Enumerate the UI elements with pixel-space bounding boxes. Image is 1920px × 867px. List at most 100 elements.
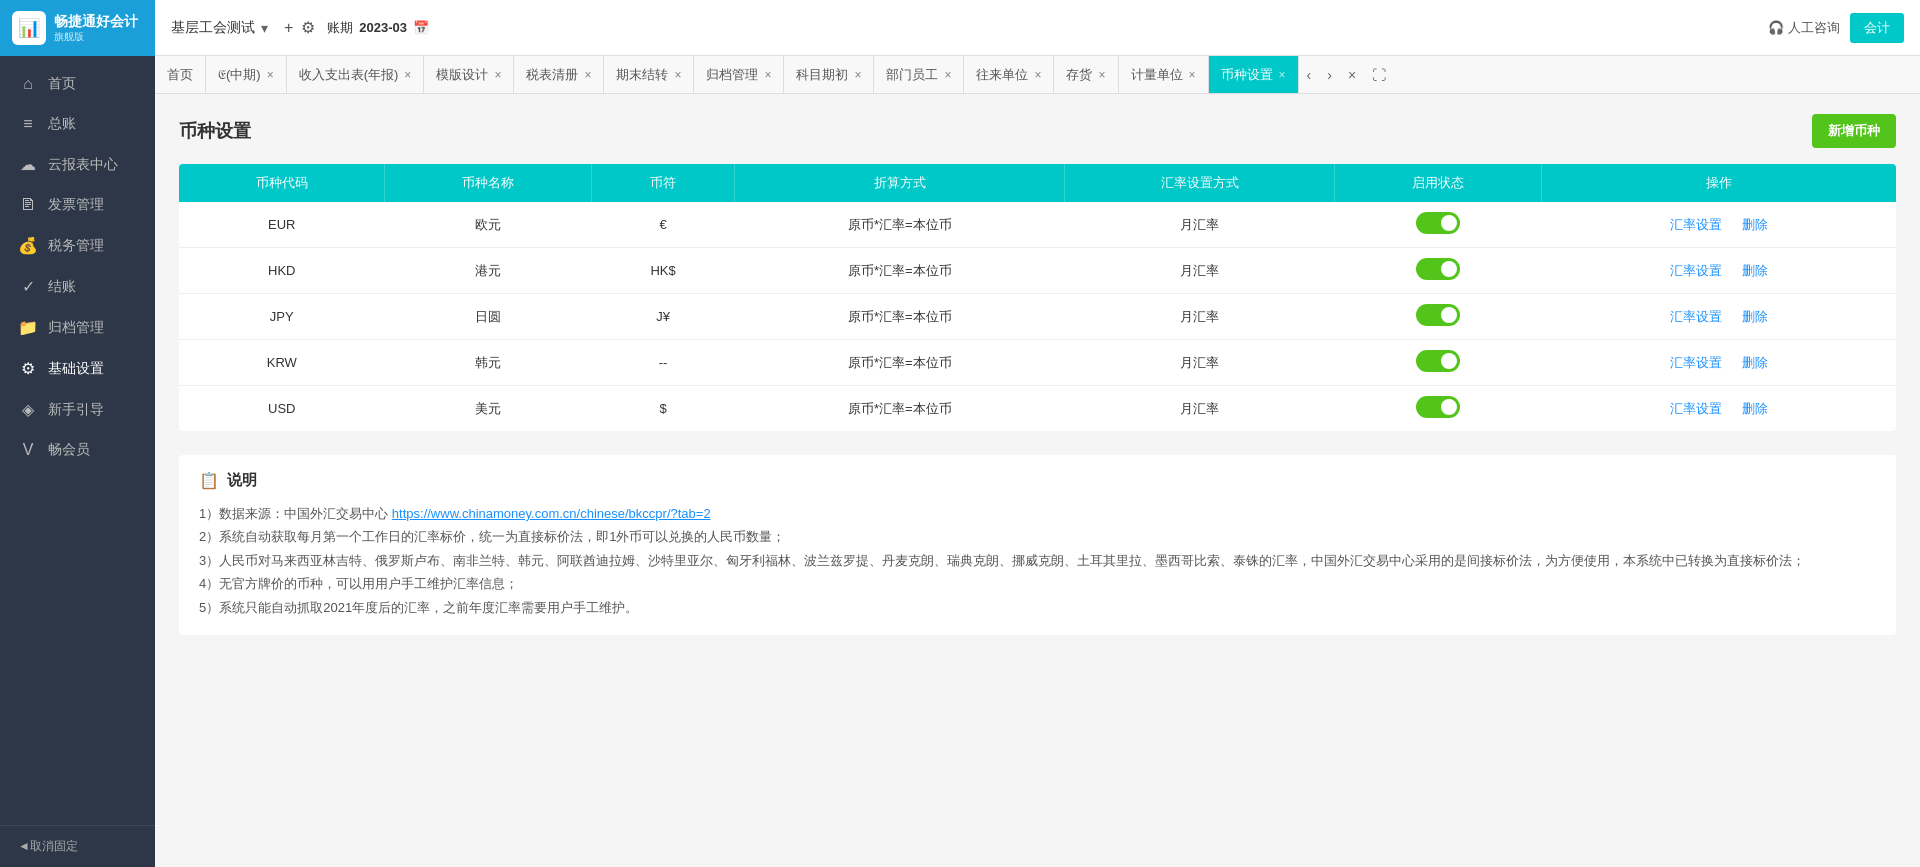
tab-unit[interactable]: 计量单位 × (1119, 56, 1209, 93)
tabs-prev-btn[interactable]: ‹ (1299, 56, 1320, 93)
tab-close-icon[interactable]: × (1098, 68, 1105, 82)
new-currency-button[interactable]: 新增币种 (1812, 114, 1896, 148)
sidebar-item-label: 结账 (48, 278, 76, 296)
delete-link[interactable]: 删除 (1742, 355, 1768, 370)
page-title: 币种设置 (179, 119, 251, 143)
tab-close-icon[interactable]: × (1189, 68, 1196, 82)
tab-close-icon[interactable]: × (674, 68, 681, 82)
headset-icon: 🎧 (1768, 20, 1784, 35)
tab-label: 往来单位 (976, 66, 1028, 84)
tab-close-icon[interactable]: × (764, 68, 771, 82)
rate-setting-link[interactable]: 汇率设置 (1670, 355, 1722, 370)
tab-template[interactable]: 模版设计 × (424, 56, 514, 93)
rate-setting-link[interactable]: 汇率设置 (1670, 217, 1722, 232)
tab-close-icon[interactable]: × (1034, 68, 1041, 82)
sidebar-item-ledger[interactable]: ≡ 总账 (0, 104, 155, 144)
cell-symbol: $ (591, 386, 735, 432)
settings-icon: ⚙ (18, 359, 38, 378)
calendar-icon: 📅 (413, 20, 429, 35)
status-toggle[interactable] (1416, 304, 1460, 326)
delete-link[interactable]: 删除 (1742, 217, 1768, 232)
cell-calc: 原币*汇率=本位币 (735, 202, 1065, 248)
sidebar-item-label: 发票管理 (48, 196, 104, 214)
cell-action: 汇率设置 删除 (1542, 202, 1896, 248)
cell-status (1335, 248, 1542, 294)
sidebar-pin-toggle[interactable]: ◄取消固定 (0, 825, 155, 867)
table-row: JPY 日圆 J¥ 原币*汇率=本位币 月汇率 汇率设置 删除 (179, 294, 1896, 340)
consulting-button[interactable]: 🎧 人工咨询 (1768, 19, 1840, 37)
cell-status (1335, 386, 1542, 432)
delete-link[interactable]: 删除 (1742, 263, 1768, 278)
tab-stock[interactable]: 存货 × (1054, 56, 1118, 93)
company-selector[interactable]: 基层工会测试 ▾ (171, 19, 268, 37)
tab-archive[interactable]: 归档管理 × (694, 56, 784, 93)
add-icon[interactable]: + (284, 19, 293, 37)
main-area: 基层工会测试 ▾ + ⚙ 账期 2023-03 📅 🎧 人工咨询 会计 首页 𝔈… (155, 0, 1920, 867)
tabs-next-btn[interactable]: › (1319, 56, 1340, 93)
status-toggle[interactable] (1416, 212, 1460, 234)
notes-item: 2）系统自动获取每月第一个工作日的汇率标价，统一为直接标价法，即1外币可以兑换的… (199, 525, 1876, 548)
topbar-actions: + ⚙ (284, 18, 315, 37)
tabs-expand-btn[interactable]: ⛶ (1364, 56, 1394, 93)
rate-setting-link[interactable]: 汇率设置 (1670, 401, 1722, 416)
tabs-bar: 首页 𝔈(中期) × 收入支出表(年报) × 模版设计 × 税表清册 × 期末结… (155, 56, 1920, 94)
sidebar-item-home[interactable]: ⌂ 首页 (0, 64, 155, 104)
th-name: 币种名称 (385, 164, 592, 202)
tab-income[interactable]: 收入支出表(年报) × (287, 56, 425, 93)
sidebar-logo: 📊 畅捷通好会计 旗舰版 (0, 0, 155, 56)
tab-close-icon[interactable]: × (1279, 68, 1286, 82)
delete-link[interactable]: 删除 (1742, 309, 1768, 324)
rate-setting-link[interactable]: 汇率设置 (1670, 309, 1722, 324)
company-name: 基层工会测试 (171, 19, 255, 37)
cell-calc: 原币*汇率=本位币 (735, 294, 1065, 340)
ledger-icon: ≡ (18, 115, 38, 133)
cell-name: 日圆 (385, 294, 592, 340)
tab-tax[interactable]: 税表清册 × (514, 56, 604, 93)
kuaiji-button[interactable]: 会计 (1850, 13, 1904, 43)
gear-icon[interactable]: ⚙ (301, 18, 315, 37)
sidebar-item-report[interactable]: ☁ 云报表中心 (0, 144, 155, 185)
status-toggle[interactable] (1416, 258, 1460, 280)
notes-section: 📋 说明 1）数据来源：中国外汇交易中心 https://www.chinamo… (179, 455, 1896, 635)
delete-link[interactable]: 删除 (1742, 401, 1768, 416)
tab-close-icon[interactable]: × (584, 68, 591, 82)
tab-label: 科目期初 (796, 66, 848, 84)
sidebar-item-label: 新手引导 (48, 401, 104, 419)
tab-dept[interactable]: 部门员工 × (874, 56, 964, 93)
sidebar-item-settings[interactable]: ⚙ 基础设置 (0, 348, 155, 389)
consulting-label: 人工咨询 (1788, 19, 1840, 37)
tab-home[interactable]: 首页 (155, 56, 206, 93)
tabs-close-btn[interactable]: × (1340, 56, 1364, 93)
tab-close-icon[interactable]: × (944, 68, 951, 82)
rate-setting-link[interactable]: 汇率设置 (1670, 263, 1722, 278)
table-row: USD 美元 $ 原币*汇率=本位币 月汇率 汇率设置 删除 (179, 386, 1896, 432)
invoice-icon: 🖹 (18, 196, 38, 214)
tab-period-end[interactable]: 期末结转 × (604, 56, 694, 93)
sidebar-item-label: 畅会员 (48, 441, 90, 459)
tab-close-icon[interactable]: × (854, 68, 861, 82)
tab-label: 存货 (1066, 66, 1092, 84)
tab-close-icon[interactable]: × (404, 68, 411, 82)
cloud-icon: ☁ (18, 155, 38, 174)
tab-close-icon[interactable]: × (494, 68, 501, 82)
tab-close-icon[interactable]: × (267, 68, 274, 82)
status-toggle[interactable] (1416, 350, 1460, 372)
tab-subjects[interactable]: 科目期初 × (784, 56, 874, 93)
sidebar-item-member[interactable]: V 畅会员 (0, 430, 155, 470)
sidebar-item-archive[interactable]: 📁 归档管理 (0, 307, 155, 348)
status-toggle[interactable] (1416, 396, 1460, 418)
sidebar-item-tax[interactable]: 💰 税务管理 (0, 225, 155, 266)
cell-rate-type: 月汇率 (1065, 340, 1335, 386)
app-edition: 旗舰版 (54, 30, 138, 44)
sidebar-item-guide[interactable]: ◈ 新手引导 (0, 389, 155, 430)
tab-clients[interactable]: 往来单位 × (964, 56, 1054, 93)
notes-link[interactable]: https://www.chinamoney.com.cn/chinese/bk… (392, 506, 711, 521)
period-selector[interactable]: 账期 2023-03 📅 (327, 19, 429, 37)
sidebar-item-invoice[interactable]: 🖹 发票管理 (0, 185, 155, 225)
table-row: KRW 韩元 -- 原币*汇率=本位币 月汇率 汇率设置 删除 (179, 340, 1896, 386)
cell-action: 汇率设置 删除 (1542, 294, 1896, 340)
tab-period[interactable]: 𝔈(中期) × (206, 56, 287, 93)
tab-currency[interactable]: 币种设置 × (1209, 56, 1299, 93)
sidebar-item-settle[interactable]: ✓ 结账 (0, 266, 155, 307)
sidebar-nav: ⌂ 首页 ≡ 总账 ☁ 云报表中心 🖹 发票管理 💰 税务管理 ✓ 结账 📁 归… (0, 56, 155, 825)
